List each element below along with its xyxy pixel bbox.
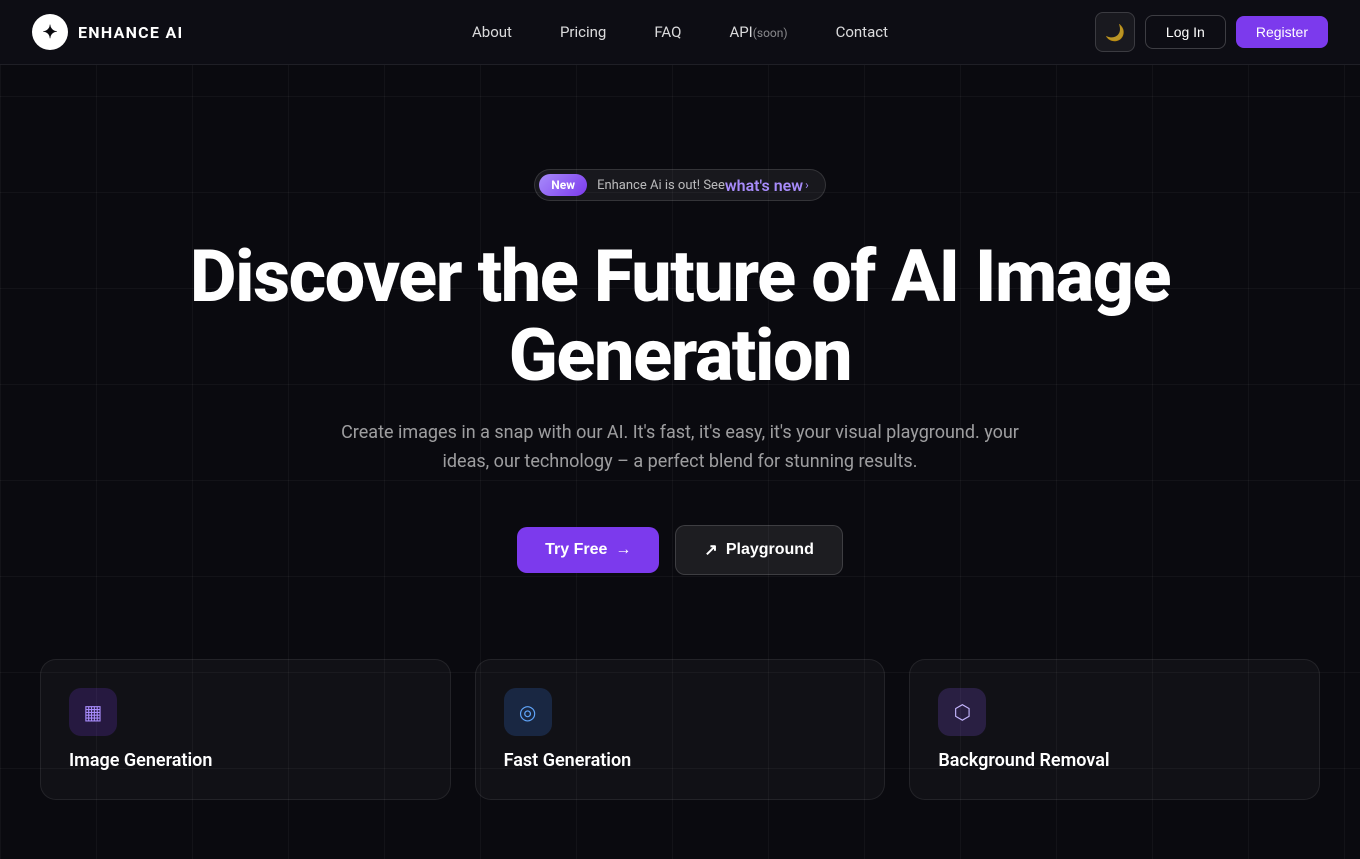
badge-arrow-icon: › (805, 178, 809, 192)
background-removal-icon: ⬡ (938, 688, 986, 736)
try-free-button[interactable]: Try Free → (517, 527, 659, 573)
playground-button[interactable]: ↗ Playground (675, 525, 842, 575)
login-button[interactable]: Log In (1145, 15, 1226, 49)
hero-subtitle: Create images in a snap with our AI. It'… (340, 419, 1020, 477)
arrow-right-icon: → (615, 541, 631, 559)
nav-link-about[interactable]: About (452, 15, 532, 49)
hero-title: Discover the Future of AI Image Generati… (130, 237, 1230, 395)
nav-link-faq[interactable]: FAQ (634, 15, 701, 49)
new-badge-label: New (539, 174, 587, 196)
image-generation-icon: ▦ (69, 688, 117, 736)
feature-card-image-generation: ▦ Image Generation (40, 659, 451, 800)
nav-links: About Pricing FAQ API(soon) Contact (452, 15, 908, 49)
external-link-icon: ↗ (704, 540, 717, 560)
background-removal-title: Background Removal (938, 750, 1291, 771)
feature-card-fast-generation: ◎ Fast Generation (475, 659, 886, 800)
fast-generation-icon: ◎ (504, 688, 552, 736)
logo-icon: ✦ (32, 14, 68, 50)
badge-description: Enhance Ai is out! See (597, 178, 725, 193)
nav-link-api[interactable]: API(soon) (709, 15, 807, 49)
announcement-badge[interactable]: New Enhance Ai is out! See what's new › (534, 169, 825, 201)
logo[interactable]: ✦ ENHANCE AI (32, 14, 183, 50)
nav-link-pricing[interactable]: Pricing (540, 15, 626, 49)
logo-text: ENHANCE AI (78, 23, 183, 42)
navbar: ✦ ENHANCE AI About Pricing FAQ API(soon)… (0, 0, 1360, 65)
hero-section: New Enhance Ai is out! See what's new › … (0, 65, 1360, 659)
whats-new-link[interactable]: what's new (725, 176, 803, 195)
nav-actions: 🌙 Log In Register (1095, 12, 1328, 52)
hero-buttons: Try Free → ↗ Playground (517, 525, 843, 575)
fast-generation-title: Fast Generation (504, 750, 857, 771)
theme-toggle-button[interactable]: 🌙 (1095, 12, 1135, 52)
main-content: New Enhance Ai is out! See what's new › … (0, 0, 1360, 859)
feature-cards-section: ▦ Image Generation ◎ Fast Generation ⬡ B… (0, 659, 1360, 840)
feature-card-background-removal: ⬡ Background Removal (909, 659, 1320, 800)
nav-link-contact[interactable]: Contact (816, 15, 908, 49)
image-generation-title: Image Generation (69, 750, 422, 771)
register-button[interactable]: Register (1236, 16, 1328, 48)
